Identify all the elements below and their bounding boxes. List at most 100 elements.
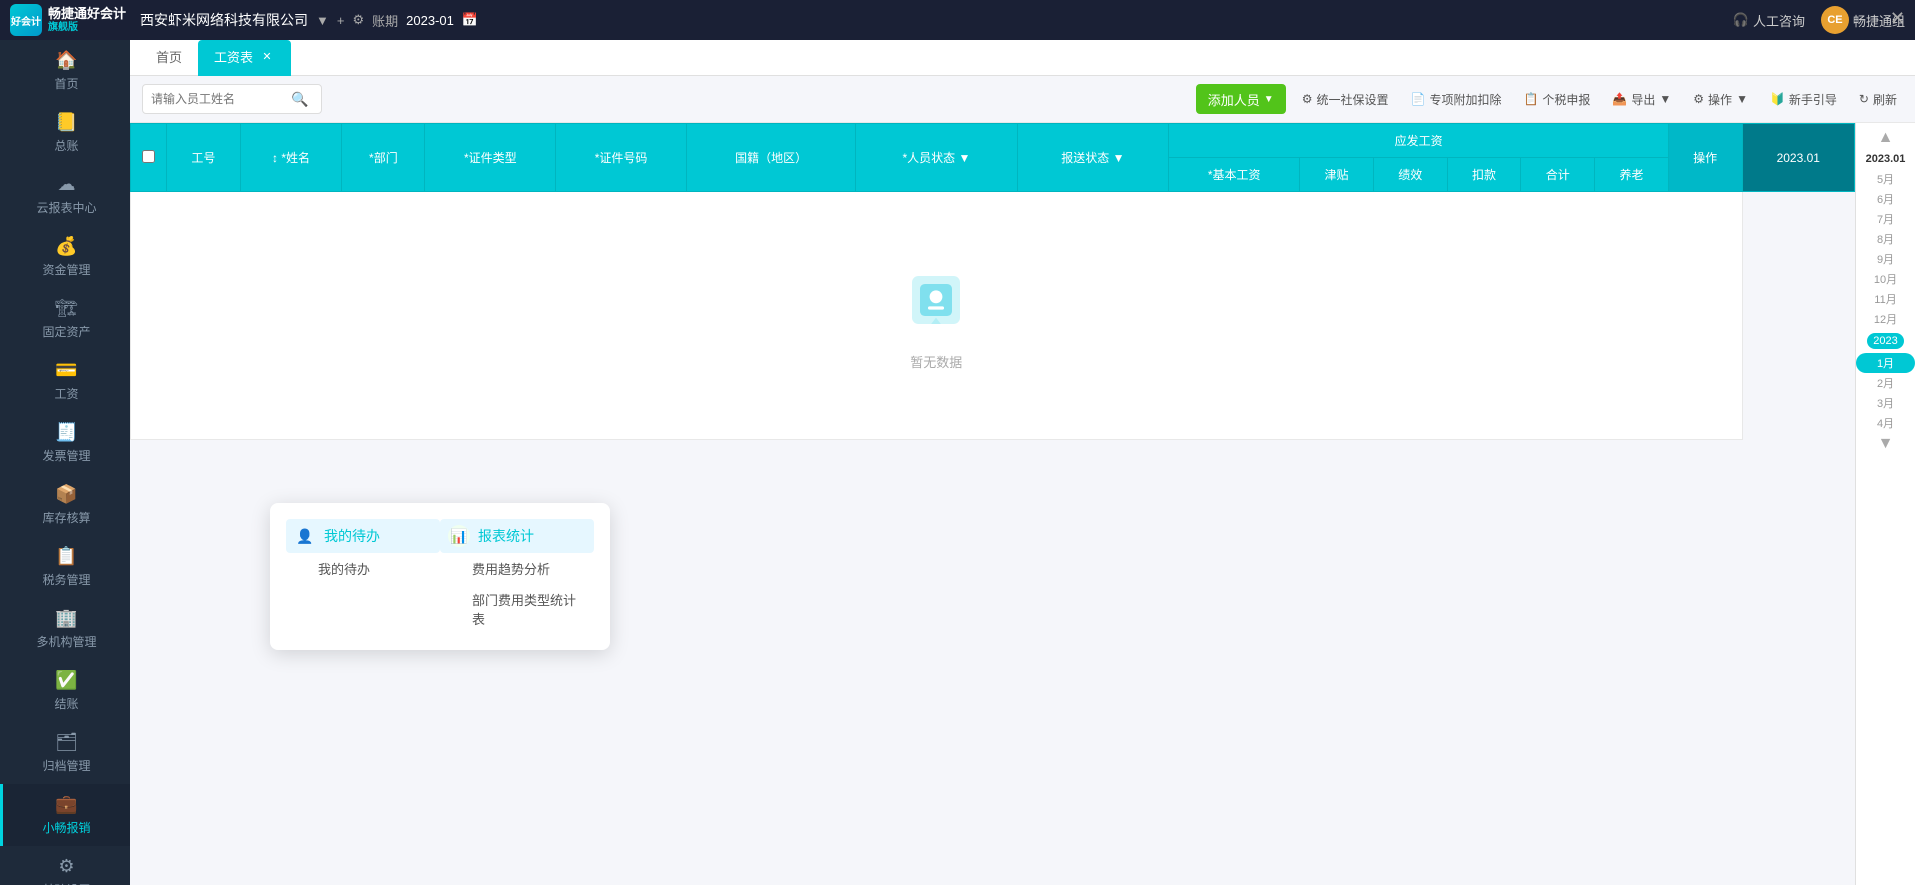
sidebar-item-fund-mgmt[interactable]: 💰 资金管理	[0, 226, 130, 288]
sidebar-label-multi-org: 多机构管理	[36, 633, 96, 650]
add-company-btn[interactable]: +	[337, 13, 345, 28]
export-arrow-icon: ▼	[1659, 92, 1671, 106]
select-all-checkbox[interactable]	[142, 150, 155, 163]
refresh-icon: ↻	[1859, 92, 1869, 106]
th-cert-type: *证件类型	[425, 124, 556, 192]
sidebar-item-invoice-mgmt[interactable]: 🧾 发票管理	[0, 412, 130, 474]
new-guide-btn[interactable]: 🔰 新手引导	[1764, 84, 1843, 114]
sidebar-item-archive-mgmt[interactable]: 🗂 归档管理	[0, 722, 130, 784]
fund-icon: 💰	[55, 236, 77, 257]
th-pension: 养老	[1595, 158, 1669, 192]
timeline-4[interactable]: 4月	[1856, 413, 1915, 433]
headset-icon: 🎧	[1733, 12, 1749, 28]
close-icon: ✕	[262, 50, 271, 63]
customer-service-btn[interactable]: 🎧 人工咨询	[1733, 11, 1805, 30]
th-total: 合计	[1521, 158, 1595, 192]
timeline-5[interactable]: 5月	[1856, 169, 1915, 189]
th-emp-no: 工号	[167, 124, 241, 192]
expense-icon: 💼	[55, 794, 77, 815]
logo-area: 好会计 畅捷通好会计 旗舰版	[10, 4, 140, 36]
th-dept: *部门	[342, 124, 425, 192]
logo-icon: 好会计	[10, 4, 42, 36]
th-bonus: 绩效	[1373, 158, 1447, 192]
sidebar-item-xiaoxi-expense[interactable]: 💼 小畅报销	[0, 784, 130, 846]
sidebar-label-xiaoxi-expense: 小畅报销	[42, 819, 90, 836]
sidebar-item-multi-org[interactable]: 🏢 多机构管理	[0, 598, 130, 660]
float-menu-report-label: 报表统计	[478, 526, 534, 546]
sidebar-label-cloud-report: 云报表中心	[36, 199, 96, 216]
sidebar-item-inventory[interactable]: 📦 库存核算	[0, 474, 130, 536]
timeline-1[interactable]: 1月	[1856, 353, 1915, 373]
sidebar-item-home[interactable]: 🏠 首页	[0, 40, 130, 102]
sidebar-label-fund-mgmt: 资金管理	[42, 261, 90, 278]
timeline-11[interactable]: 11月	[1856, 289, 1915, 309]
basic-settings-icon: ⚙	[58, 856, 74, 877]
tab-home[interactable]: 首页	[140, 40, 198, 76]
social-insurance-btn[interactable]: ⚙ 统一社保设置	[1296, 84, 1395, 114]
app-edition: 旗舰版	[48, 22, 126, 34]
tab-bar: 首页 工资表 ✕ ✕	[130, 40, 1915, 76]
special-deduction-icon: 📄	[1410, 92, 1425, 106]
float-menu-item-todo[interactable]: 我的待办	[286, 553, 440, 584]
timeline-nav-up[interactable]: ▲	[1876, 127, 1896, 149]
operation-icon: ⚙	[1693, 92, 1704, 106]
timeline-2[interactable]: 2月	[1856, 373, 1915, 393]
th-checkbox[interactable]	[131, 124, 167, 192]
refresh-btn[interactable]: ↻ 刷新	[1853, 84, 1903, 114]
tax-report-label: 个税申报	[1542, 91, 1590, 108]
special-deduction-btn[interactable]: 📄 专项附加扣除	[1404, 84, 1507, 114]
sidebar-item-salary[interactable]: 💳 工资	[0, 350, 130, 412]
sidebar-label-settlement: 结账	[54, 695, 78, 712]
toolbar-right: 添加人员 ▼ ⚙ 统一社保设置 📄 专项附加扣除 📋 个税申报 📤 导	[1196, 84, 1903, 114]
add-employee-btn[interactable]: 添加人员 ▼	[1196, 84, 1286, 114]
timeline-3[interactable]: 3月	[1856, 393, 1915, 413]
settings-btn[interactable]: ⚙	[352, 12, 364, 28]
empty-state-cell: 暂无数据	[131, 192, 1743, 440]
sidebar-item-settlement[interactable]: ✅ 结账	[0, 660, 130, 722]
content-area: 首页 工资表 ✕ ✕ 🔍 添加人员 ▼ ⚙	[130, 40, 1915, 885]
search-input[interactable]	[151, 92, 291, 106]
period-label: 账期	[372, 11, 398, 30]
sidebar: 🏠 首页 📒 总账 ☁ 云报表中心 💰 资金管理 🏗 固定资产 💳 工资 🧾 发…	[0, 40, 130, 885]
float-menu-col-todo: 👤 我的待办 我的待办	[286, 519, 440, 634]
export-btn[interactable]: 📤 导出 ▼	[1606, 84, 1677, 114]
salary-icon: 💳	[55, 360, 77, 381]
float-menu-header-report[interactable]: 📊 报表统计	[440, 519, 594, 553]
float-menu-item-dept-cost-label: 部门费用类型统计表	[472, 593, 576, 627]
float-menu-header-todo[interactable]: 👤 我的待办	[286, 519, 440, 553]
float-menu-item-dept-cost[interactable]: 部门费用类型统计表	[440, 584, 594, 634]
tax-report-btn[interactable]: 📋 个税申报	[1517, 84, 1596, 114]
sidebar-label-archive-mgmt: 归档管理	[42, 757, 90, 774]
period-value[interactable]: 2023-01	[406, 13, 454, 28]
timeline-6[interactable]: 6月	[1856, 189, 1915, 209]
timeline-7[interactable]: 7月	[1856, 209, 1915, 229]
add-arrow-icon: ▼	[1264, 94, 1274, 105]
add-employee-label: 添加人员	[1208, 90, 1260, 109]
sidebar-item-cloud-report[interactable]: ☁ 云报表中心	[0, 164, 130, 226]
special-deduction-label: 专项附加扣除	[1429, 91, 1501, 108]
toolbar: 🔍 添加人员 ▼ ⚙ 统一社保设置 📄 专项附加扣除 📋 个税申报	[130, 76, 1915, 123]
timeline-10[interactable]: 10月	[1856, 269, 1915, 289]
company-name[interactable]: 西安虾米网络科技有限公司	[140, 10, 308, 30]
sidebar-item-tax-mgmt[interactable]: 📋 税务管理	[0, 536, 130, 598]
new-guide-icon: 🔰	[1770, 92, 1785, 106]
timeline-8[interactable]: 8月	[1856, 229, 1915, 249]
timeline-12[interactable]: 12月	[1856, 309, 1915, 329]
calendar-icon[interactable]: 📅	[462, 12, 478, 28]
sidebar-item-fixed-assets[interactable]: 🏗 固定资产	[0, 288, 130, 350]
sidebar-item-general-ledger[interactable]: 📒 总账	[0, 102, 130, 164]
timeline-nav-down[interactable]: ▼	[1876, 433, 1896, 455]
sidebar-item-basic-settings[interactable]: ⚙ 基础设置	[0, 846, 130, 885]
empty-icon	[896, 260, 976, 340]
operation-btn[interactable]: ⚙ 操作 ▼	[1687, 84, 1754, 114]
cloud-icon: ☁	[58, 174, 76, 195]
float-menu-item-cost-trend[interactable]: 费用趋势分析	[440, 553, 594, 584]
tab-close-btn[interactable]: ✕	[259, 49, 275, 65]
search-icon[interactable]: 🔍	[291, 91, 308, 108]
settlement-icon: ✅	[55, 670, 77, 691]
export-label: 导出	[1631, 91, 1655, 108]
tab-salary-table[interactable]: 工资表 ✕	[198, 40, 291, 76]
salary-table: 工号 ↕ *姓名 *部门 *证件类型 *证件号码 国籍（地区） *人员状态 ▼ …	[130, 123, 1855, 440]
company-dropdown-icon[interactable]: ▼	[316, 13, 329, 28]
timeline-9[interactable]: 9月	[1856, 249, 1915, 269]
